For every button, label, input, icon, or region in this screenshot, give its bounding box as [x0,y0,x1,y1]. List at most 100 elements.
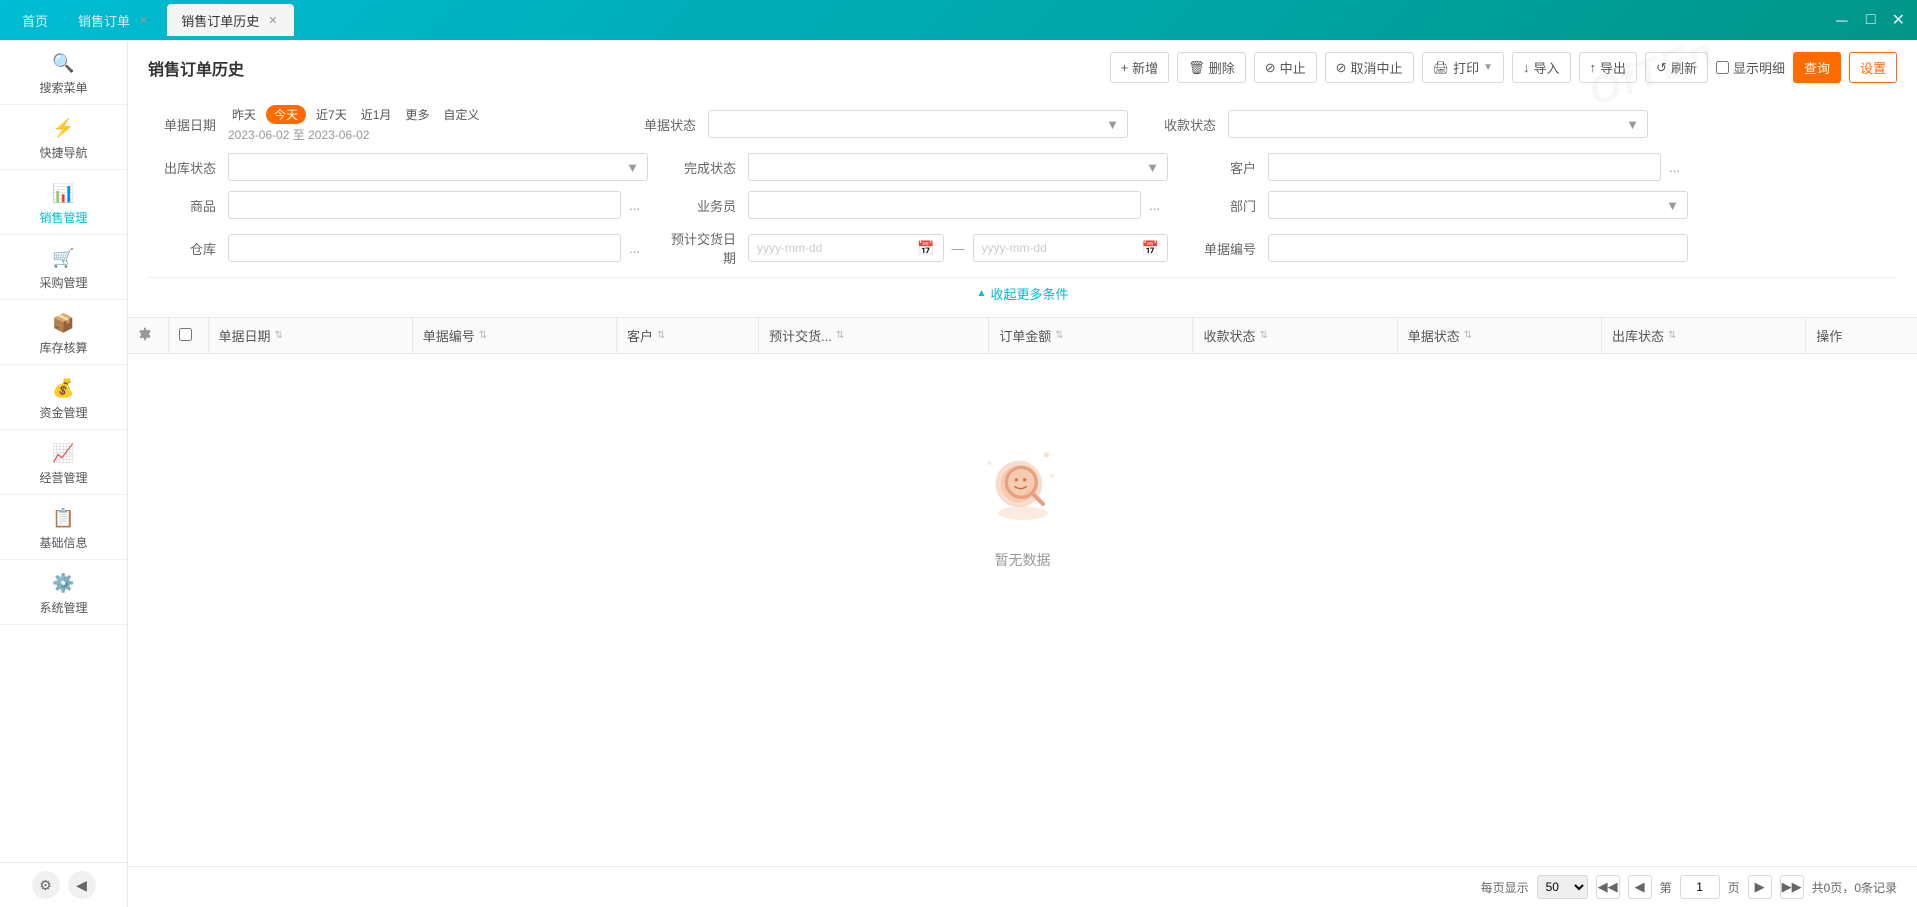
completion-control[interactable]: ▼ [748,153,1168,181]
import-button[interactable]: ↓ 导入 [1512,52,1571,83]
toolbar: + 新增 🗑 删除 ⊘ 中止 ⊘ 取消中止 [1110,52,1897,83]
warehouse-control[interactable]: ... [228,234,648,262]
first-page-button[interactable]: ◀◀ [1596,875,1620,899]
settings-label: 设置 [1860,58,1886,77]
warehouse-dots[interactable]: ... [621,241,648,256]
warehouse-input[interactable] [228,234,621,262]
date-7days[interactable]: 近7天 [312,105,351,124]
select-all-checkbox[interactable] [179,328,192,341]
sidebar-settings-icon[interactable]: ⚙ [32,871,60,899]
refresh-button[interactable]: ↺ 刷新 [1645,52,1708,83]
sidebar-item-sales-mgmt[interactable]: 📊 销售管理 [0,170,127,235]
next-page-button[interactable]: ▶ [1748,875,1772,899]
tab-sales-order-history-close[interactable]: ✕ [265,13,280,28]
sort-order-amount-icon: ⇅ [1055,330,1063,341]
tab-sales-order[interactable]: 销售订单 ✕ [64,4,165,36]
th-payment-status-label: 收款状态 [1203,326,1255,345]
date-yesterday[interactable]: 昨天 [228,105,260,124]
date-today[interactable]: 今天 [266,105,306,124]
sidebar-item-purchase-mgmt[interactable]: 🛒 采购管理 [0,235,127,300]
delivery-date-from[interactable]: yyyy-mm-dd [757,241,822,255]
th-action: 操作 [1806,318,1917,354]
query-button[interactable]: 查询 [1793,52,1841,83]
filter-row-4: 仓库 ... 预计交货日期 yyyy-mm-dd 📅 — yyyy-mm-d [148,229,1897,267]
salesperson-dots[interactable]: ... [1141,198,1168,213]
dept-select[interactable]: ▼ [1268,191,1688,219]
display-detail-check[interactable]: 显示明细 [1716,58,1785,77]
completion-select[interactable]: ▼ [748,153,1168,181]
th-bill-status[interactable]: 单据状态 ⇅ [1397,318,1601,354]
minimize-button[interactable]: － [1830,4,1854,36]
customer-input[interactable] [1268,153,1661,181]
close-button[interactable]: ✕ [1888,6,1909,34]
bill-status-control[interactable]: ▼ [708,110,1128,138]
th-customer[interactable]: 客户 ⇅ [617,318,759,354]
page-label: 第 [1660,879,1672,896]
th-order-amount[interactable]: 订单金额 ⇅ [989,318,1193,354]
th-payment-status[interactable]: 收款状态 ⇅ [1193,318,1397,354]
delivery-date-control: yyyy-mm-dd 📅 — yyyy-mm-dd 📅 [748,234,1168,262]
tab-sales-order-close[interactable]: ✕ [136,13,151,28]
page-input[interactable] [1680,875,1720,899]
settings-button[interactable]: 设置 [1849,52,1897,83]
sidebar-item-base-info[interactable]: 📋 基础信息 [0,495,127,560]
date-more[interactable]: 更多 [401,105,433,124]
data-table: 单据日期 ⇅ 单据编号 ⇅ 客户 [128,318,1917,354]
new-button[interactable]: + 新增 [1110,52,1170,83]
th-checkbox[interactable] [168,318,208,354]
window-controls: － □ ✕ [1830,4,1909,36]
sidebar-item-system-mgmt[interactable]: ⚙️ 系统管理 [0,560,127,625]
customer-dots[interactable]: ... [1661,160,1688,175]
warehouse-out-control[interactable]: ▼ [228,153,648,181]
date-1month[interactable]: 近1月 [357,105,396,124]
goods-control[interactable]: ... [228,191,648,219]
customer-control[interactable]: ... [1268,153,1688,181]
export-button[interactable]: ↑ 导出 [1579,52,1638,83]
per-page-select[interactable]: 50 10 20 100 [1537,875,1588,899]
prev-page-button[interactable]: ◀ [1628,875,1652,899]
display-detail-checkbox[interactable] [1716,61,1729,74]
tab-sales-order-label: 销售订单 [78,11,130,30]
tab-home[interactable]: 首页 [8,4,62,36]
th-settings[interactable] [128,318,168,354]
delete-button[interactable]: 🗑 删除 [1177,52,1246,83]
th-bill-date[interactable]: 单据日期 ⇅ [208,318,412,354]
stop-button[interactable]: ⊘ 中止 [1254,52,1317,83]
salesperson-control[interactable]: ... [748,191,1168,219]
print-button[interactable]: 🖨 打印 ▼ [1422,52,1504,83]
calendar-to-icon[interactable]: 📅 [1142,240,1159,257]
payment-status-select[interactable]: ▼ [1228,110,1648,138]
th-action-label: 操作 [1816,329,1842,344]
sidebar-item-operations[interactable]: 📈 经营管理 [0,430,127,495]
pagination-total: 共0页，0条记录 [1812,879,1897,896]
tab-sales-order-history[interactable]: 销售订单历史 ✕ [167,4,294,36]
th-warehouse-status[interactable]: 出库状态 ⇅ [1601,318,1805,354]
date-filter-label: 单据日期 [148,115,228,134]
th-delivery-date[interactable]: 预计交货... ⇅ [759,318,989,354]
sidebar-collapse-icon[interactable]: ◀ [68,871,96,899]
bill-no-input[interactable] [1268,234,1688,262]
collapse-row[interactable]: ▲ 收起更多条件 [148,277,1897,309]
salesperson-input[interactable] [748,191,1141,219]
calendar-from-icon[interactable]: 📅 [917,240,934,257]
payment-status-control[interactable]: ▼ [1228,110,1648,138]
cancel-stop-button[interactable]: ⊘ 取消中止 [1325,52,1414,83]
dept-control[interactable]: ▼ [1268,191,1688,219]
delete-label: 删除 [1209,58,1235,77]
sidebar-item-inventory[interactable]: 📦 库存核算 [0,300,127,365]
th-bill-no[interactable]: 单据编号 ⇅ [412,318,616,354]
goods-input[interactable] [228,191,621,219]
sidebar-item-search-menu[interactable]: 🔍 搜索菜单 [0,40,127,105]
th-warehouse-status-label: 出库状态 [1612,326,1664,345]
bill-status-select[interactable]: ▼ [708,110,1128,138]
warehouse-out-select[interactable]: ▼ [228,153,648,181]
delivery-date-to[interactable]: yyyy-mm-dd [982,241,1047,255]
goods-dots[interactable]: ... [621,198,648,213]
last-page-button[interactable]: ▶▶ [1780,875,1804,899]
sidebar-item-quick-nav[interactable]: ⚡ 快捷导航 [0,105,127,170]
date-custom[interactable]: 自定义 [439,105,483,124]
sidebar-item-finance[interactable]: 💰 资金管理 [0,365,127,430]
maximize-button[interactable]: □ [1862,7,1880,33]
bill-no-control[interactable] [1268,234,1688,262]
sort-bill-status-icon: ⇅ [1464,330,1472,341]
